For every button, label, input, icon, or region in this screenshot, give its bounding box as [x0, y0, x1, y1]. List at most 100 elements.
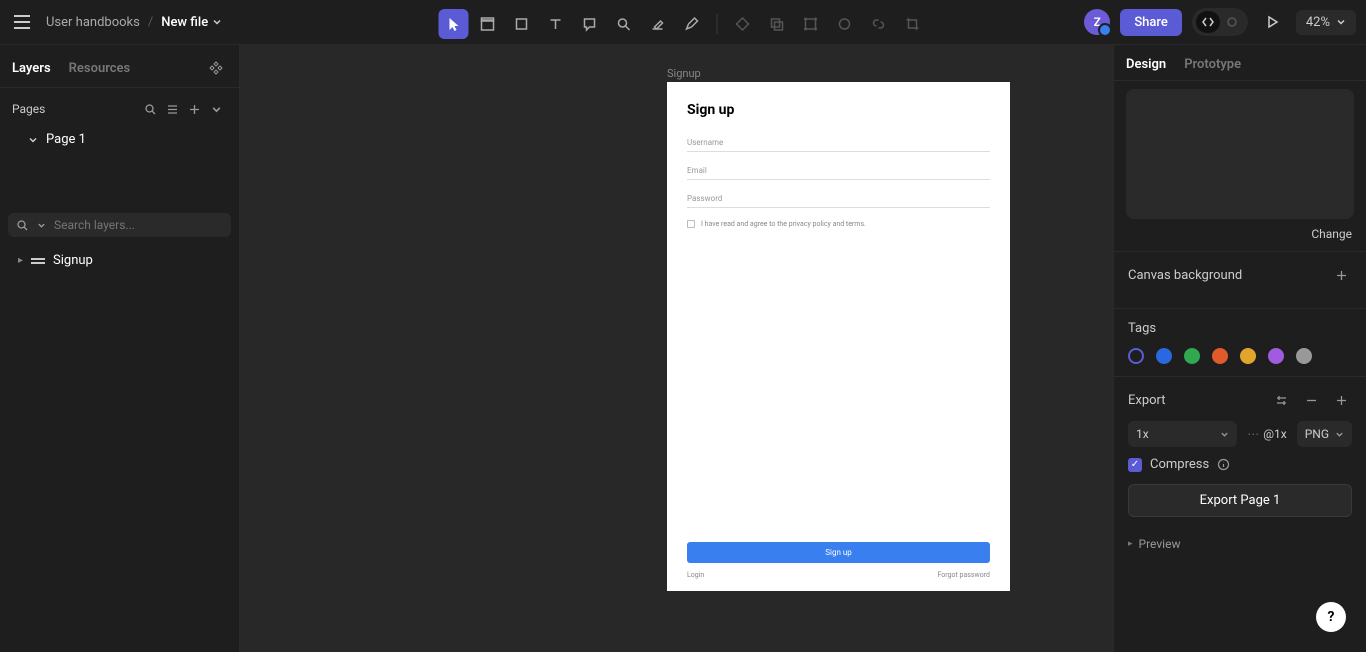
checkbox-icon[interactable] — [687, 220, 695, 228]
tab-resources[interactable]: Resources — [69, 61, 131, 76]
toolbar — [439, 9, 928, 39]
crop-tool[interactable] — [898, 9, 928, 39]
share-button[interactable]: Share — [1120, 9, 1182, 36]
eraser-tool[interactable] — [643, 9, 673, 39]
info-icon[interactable] — [1217, 458, 1230, 471]
page-name: Page 1 — [46, 132, 86, 147]
frame-label[interactable]: Signup — [667, 67, 701, 80]
tags-section: Tags — [1114, 309, 1366, 377]
left-panel-tabs: Layers Resources — [0, 45, 239, 88]
canvas[interactable]: Signup Sign up Username Email Password I… — [240, 45, 1113, 652]
hamburger-menu-icon[interactable] — [10, 10, 34, 34]
tag-color[interactable] — [1268, 348, 1284, 364]
link-tool[interactable] — [864, 9, 894, 39]
search-icon — [16, 219, 29, 232]
layer-name: Signup — [53, 253, 93, 268]
export-button[interactable]: Export Page 1 — [1128, 484, 1352, 517]
circle-tool[interactable] — [830, 9, 860, 39]
rectangle-tool[interactable] — [507, 9, 537, 39]
search-pages-icon[interactable] — [139, 98, 161, 120]
pen-tool[interactable] — [677, 9, 707, 39]
form-heading: Sign up — [687, 102, 990, 118]
export-section: Export 1x ⋯ @1x PNG — [1114, 377, 1366, 529]
breadcrumb-separator: / — [148, 15, 153, 30]
tag-color[interactable] — [1128, 348, 1144, 364]
export-settings-icon[interactable] — [1270, 389, 1292, 411]
tag-color[interactable] — [1212, 348, 1228, 364]
login-link[interactable]: Login — [687, 571, 704, 579]
pages-header: Pages — [0, 88, 239, 126]
text-tool[interactable] — [541, 9, 571, 39]
preview-thumbnail — [1126, 89, 1354, 219]
tab-design[interactable]: Design — [1126, 57, 1166, 72]
export-scale-select[interactable]: 1x — [1128, 421, 1237, 447]
export-suffix[interactable]: ⋯ @1x — [1243, 421, 1290, 447]
compress-toggle[interactable]: ✓ Compress — [1128, 457, 1352, 472]
chevron-down-icon — [1336, 17, 1346, 27]
list-icon[interactable] — [161, 98, 183, 120]
topbar: User handbooks / New file Z Share 42 — [0, 0, 1366, 45]
view-mode-toggle[interactable] — [1192, 8, 1248, 36]
frame-tool[interactable] — [473, 9, 503, 39]
layer-search-input[interactable] — [54, 218, 223, 232]
forgot-password-link[interactable]: Forgot password — [937, 571, 990, 579]
tab-prototype[interactable]: Prototype — [1184, 57, 1241, 72]
file-name[interactable]: New file — [161, 15, 222, 30]
compress-label: Compress — [1150, 457, 1209, 472]
tab-layers[interactable]: Layers — [12, 61, 51, 76]
breadcrumb: User handbooks / New file — [46, 15, 222, 30]
right-panel-tabs: Design Prototype — [1114, 45, 1366, 81]
remove-export-icon[interactable] — [1300, 389, 1322, 411]
zoom-dropdown[interactable]: 42% — [1296, 10, 1356, 35]
page-item[interactable]: Page 1 — [0, 126, 239, 153]
add-export-icon[interactable] — [1330, 389, 1352, 411]
project-name[interactable]: User handbooks — [46, 15, 140, 30]
toolbar-separator — [717, 14, 718, 34]
user-avatar[interactable]: Z — [1084, 9, 1110, 35]
consent-row[interactable]: I have read and agree to the privacy pol… — [687, 220, 990, 228]
copy-tool[interactable] — [762, 9, 792, 39]
export-format-select[interactable]: PNG — [1297, 421, 1352, 447]
component-icon[interactable] — [205, 57, 227, 79]
tag-color[interactable] — [1240, 348, 1256, 364]
canvas-bg-section: Canvas background — [1114, 252, 1366, 309]
chevron-right-icon: ▸ — [18, 255, 23, 266]
tag-color[interactable] — [1156, 348, 1172, 364]
layer-search[interactable] — [8, 213, 231, 237]
password-field[interactable]: Password — [687, 186, 990, 208]
right-panel: Design Prototype Change Canvas backgroun… — [1113, 45, 1366, 652]
chevron-down-icon — [37, 221, 46, 230]
consent-text: I have read and agree to the privacy pol… — [701, 220, 866, 228]
tag-color[interactable] — [1184, 348, 1200, 364]
pages-label: Pages — [12, 102, 139, 116]
username-field[interactable]: Username — [687, 130, 990, 152]
comment-tool[interactable] — [575, 9, 605, 39]
move-tool[interactable] — [439, 9, 469, 39]
frame-icon — [31, 258, 45, 264]
code-mode-icon[interactable] — [1196, 11, 1220, 33]
bounds-tool[interactable] — [796, 9, 826, 39]
zoom-tool[interactable] — [609, 9, 639, 39]
checkbox-checked-icon: ✓ — [1128, 458, 1142, 472]
tag-color[interactable] — [1296, 348, 1312, 364]
email-field[interactable]: Email — [687, 158, 990, 180]
design-mode-icon[interactable] — [1220, 11, 1244, 33]
left-panel: Layers Resources Pages Page 1 ▸ Signup — [0, 45, 240, 652]
add-bg-icon[interactable] — [1330, 264, 1352, 286]
help-button[interactable]: ? — [1316, 602, 1346, 632]
artboard-signup[interactable]: Sign up Username Email Password I have r… — [667, 82, 1010, 591]
footer-links: Login Forgot password — [687, 571, 990, 579]
preview-label: Preview — [1139, 537, 1181, 551]
diamond-tool[interactable] — [728, 9, 758, 39]
collapse-pages-icon[interactable] — [205, 98, 227, 120]
add-page-icon[interactable] — [183, 98, 205, 120]
chevron-down-icon — [212, 17, 222, 27]
preview-toggle[interactable]: ▸ Preview — [1114, 529, 1366, 559]
change-link[interactable]: Change — [1114, 223, 1366, 252]
export-label: Export — [1128, 393, 1166, 408]
topbar-right: Z Share 42% — [1084, 8, 1356, 36]
tags-label: Tags — [1128, 321, 1156, 336]
present-button[interactable] — [1258, 8, 1286, 36]
layer-item[interactable]: ▸ Signup — [0, 247, 239, 274]
signup-button[interactable]: Sign up — [687, 542, 990, 563]
